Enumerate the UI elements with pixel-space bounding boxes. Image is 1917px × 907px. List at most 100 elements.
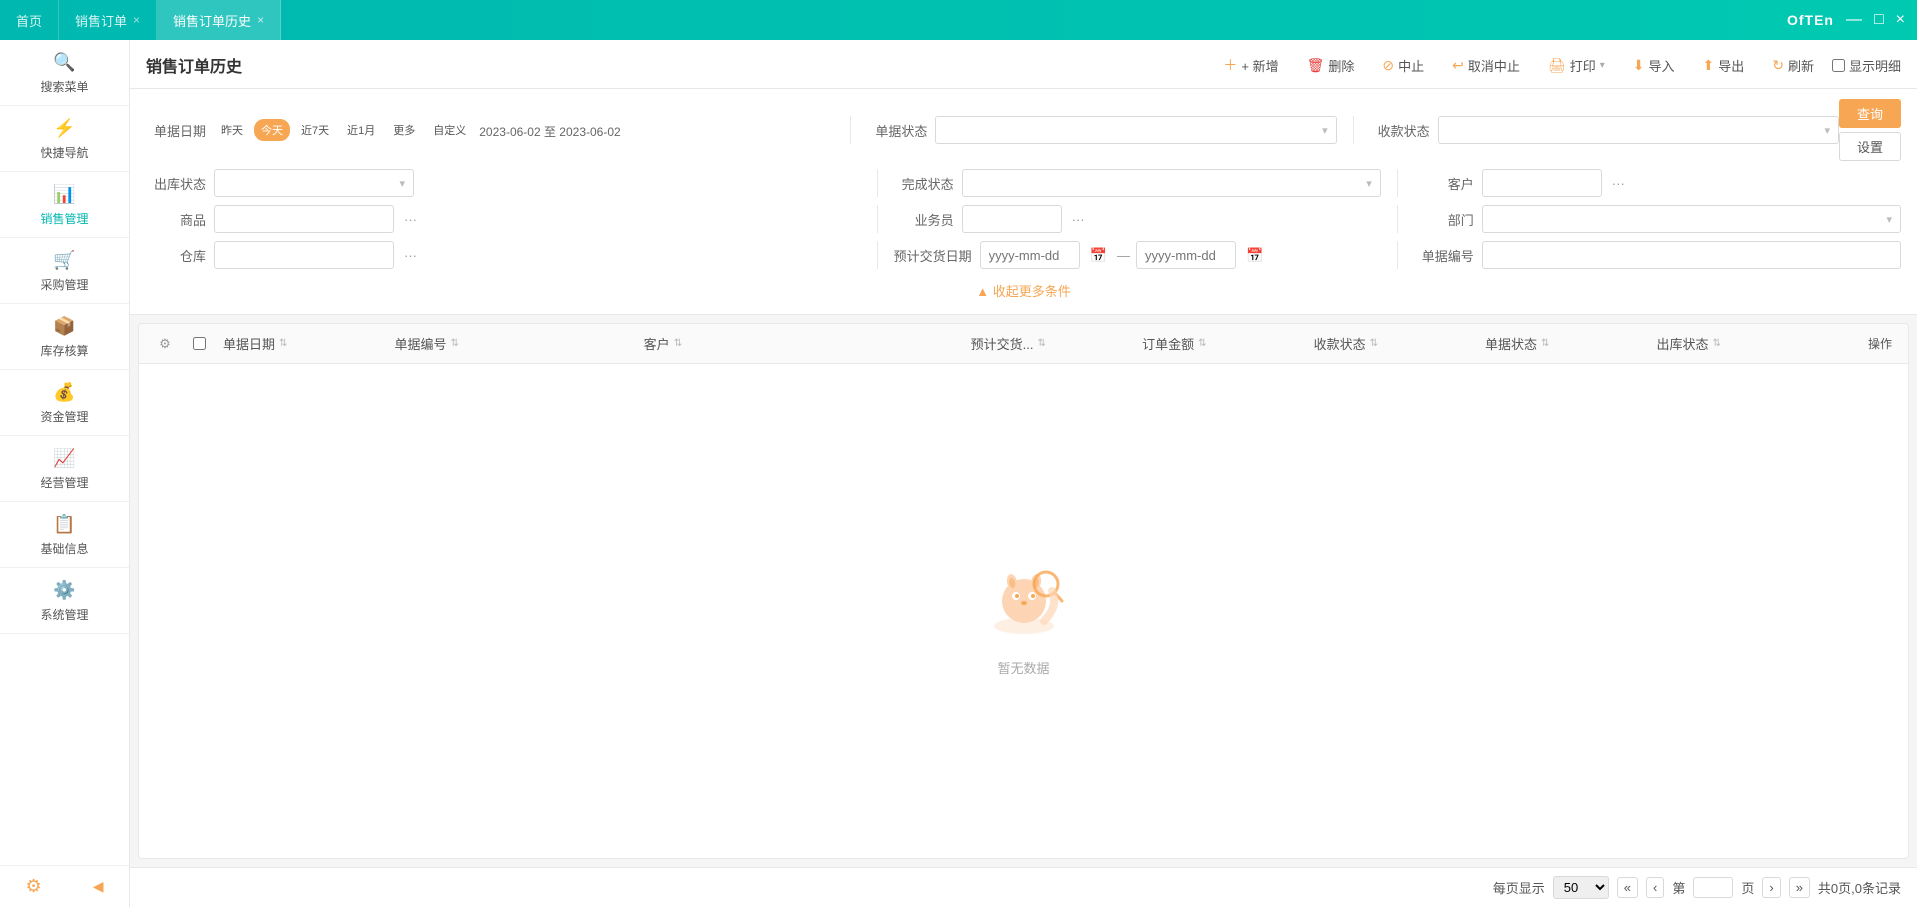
- filter-goods-input[interactable]: [214, 205, 394, 233]
- date-tag-more[interactable]: 更多: [386, 119, 422, 141]
- sidebar-item-sys-mgmt[interactable]: ⚙️ 系统管理: [0, 568, 129, 634]
- date-tag-last7[interactable]: 近7天: [294, 119, 336, 141]
- cancel-stop-button[interactable]: ↩ 取消中止: [1442, 51, 1530, 80]
- sidebar-item-operation[interactable]: 📈 经营管理: [0, 436, 129, 502]
- display-toggle-text: 显示明细: [1849, 56, 1901, 75]
- filter-salesperson-dots[interactable]: ···: [1068, 212, 1089, 227]
- sidebar-item-sys-mgmt-label: 系统管理: [40, 606, 88, 623]
- th-no-sort[interactable]: ⇅: [450, 338, 458, 349]
- sidebar-item-search-menu[interactable]: 🔍 搜索菜单: [0, 40, 129, 106]
- sidebar-item-inventory[interactable]: 📦 库存核算: [0, 304, 129, 370]
- filter-row-1: 单据日期 昨天 今天 近7天 近1月 更多 自定义 2023-06-02 至 2…: [146, 99, 1901, 161]
- tab-sales-order-close[interactable]: ×: [133, 13, 140, 27]
- th-out-status-sort[interactable]: ⇅: [1713, 338, 1721, 349]
- calendar2-icon[interactable]: 📅: [1242, 247, 1267, 264]
- filter-out-status-select[interactable]: ▾: [214, 169, 414, 197]
- page-title: 销售订单历史: [146, 53, 242, 77]
- filter-out-status-arrow: ▾: [399, 177, 405, 190]
- filter-customer-control: ···: [1482, 169, 1901, 197]
- tab-sales-order-history[interactable]: 销售订单历史 ×: [157, 0, 281, 40]
- refresh-button[interactable]: ↻ 刷新: [1762, 51, 1824, 80]
- close-window-btn[interactable]: ×: [1896, 11, 1905, 29]
- filter-divider-5: [877, 205, 878, 233]
- th-order-status-sort[interactable]: ⇅: [1541, 338, 1549, 349]
- last-page-btn[interactable]: »: [1789, 877, 1810, 898]
- prev-page-btn[interactable]: ‹: [1646, 877, 1664, 898]
- filter-salesperson-control: ···: [962, 205, 1381, 233]
- table-settings-icon[interactable]: ⚙: [147, 336, 183, 352]
- th-pay-status: 收款状态 ⇅: [1306, 334, 1477, 353]
- query-button[interactable]: 查询: [1839, 99, 1901, 128]
- minimize-btn[interactable]: —: [1846, 11, 1862, 29]
- filter-dept-label: 部门: [1414, 210, 1474, 229]
- finance-icon: 💰: [53, 382, 75, 403]
- th-amount-sort[interactable]: ⇅: [1198, 338, 1206, 349]
- date-tag-today[interactable]: 今天: [254, 119, 290, 141]
- table-check-all[interactable]: [183, 337, 215, 350]
- filter-pay-status-select[interactable]: ▾: [1438, 116, 1839, 144]
- total-label: 共0页,0条记录: [1818, 878, 1901, 897]
- th-expected-date-sort[interactable]: ⇅: [1037, 338, 1045, 349]
- date-tag-yesterday[interactable]: 昨天: [214, 119, 250, 141]
- sidebar-item-finance[interactable]: 💰 资金管理: [0, 370, 129, 436]
- brand-label: OfTEn: [1787, 12, 1834, 28]
- th-expected-date: 预计交货... ⇅: [963, 334, 1134, 353]
- import-button[interactable]: ⬇ 导入: [1623, 51, 1685, 80]
- filter-order-no: 单据编号: [1414, 241, 1901, 269]
- filter-order-no-input[interactable]: [1482, 241, 1901, 269]
- per-page-select[interactable]: 50 10 20 100: [1553, 876, 1609, 899]
- collapse-sidebar-icon[interactable]: ◀: [93, 878, 104, 895]
- filter-complete-status-select[interactable]: ▾: [962, 169, 1381, 197]
- tab-sales-order-history-close[interactable]: ×: [257, 13, 264, 27]
- sidebar-item-quick-nav[interactable]: ⚡ 快捷导航: [0, 106, 129, 172]
- filter-date2-input[interactable]: [1136, 241, 1236, 269]
- table-area: ⚙ 单据日期 ⇅ 单据编号 ⇅ 客户 ⇅ 预计交货...: [138, 323, 1909, 859]
- filter-warehouse-dots[interactable]: ···: [400, 248, 421, 263]
- page-input[interactable]: 1: [1693, 877, 1733, 898]
- export-button[interactable]: ⬆ 导出: [1692, 51, 1754, 80]
- th-customer-sort[interactable]: ⇅: [674, 338, 682, 349]
- check-all-checkbox[interactable]: [193, 337, 206, 350]
- stop-button[interactable]: ⊘ 中止: [1372, 51, 1434, 80]
- maximize-btn[interactable]: □: [1874, 11, 1884, 29]
- settings-button[interactable]: 设置: [1839, 132, 1901, 161]
- filter-date1-input[interactable]: [980, 241, 1080, 269]
- sidebar-item-basic-info-label: 基础信息: [40, 540, 88, 557]
- top-bar-right: OfTEn — □ ×: [1787, 11, 1917, 29]
- first-page-btn[interactable]: «: [1617, 877, 1638, 898]
- sidebar-item-basic-info[interactable]: 📋 基础信息: [0, 502, 129, 568]
- sidebar-item-purchase-mgmt[interactable]: 🛒 采购管理: [0, 238, 129, 304]
- delete-button[interactable]: 🗑 删除: [1297, 51, 1365, 80]
- sidebar-item-sales-mgmt[interactable]: 📊 销售管理: [0, 172, 129, 238]
- add-button[interactable]: ＋ + 新增: [1213, 50, 1288, 80]
- filter-goods-control: ···: [214, 205, 861, 233]
- filter-dept-select[interactable]: ▾: [1482, 205, 1901, 233]
- th-date-sort[interactable]: ⇅: [279, 338, 287, 349]
- stop-label: 中止: [1398, 56, 1424, 75]
- tab-sales-order[interactable]: 销售订单 ×: [59, 0, 157, 40]
- display-toggle-checkbox[interactable]: [1832, 59, 1845, 72]
- print-icon: 🖨: [1548, 57, 1566, 74]
- date-range-value: 2023-06-02 至 2023-06-02: [479, 123, 620, 140]
- date-tag-last1m[interactable]: 近1月: [340, 119, 382, 141]
- th-pay-status-sort[interactable]: ⇅: [1370, 338, 1378, 349]
- filter-order-status: 单据状态 ▾: [867, 116, 1336, 144]
- filter-customer-input[interactable]: [1482, 169, 1602, 197]
- display-toggle-label[interactable]: 显示明细: [1832, 56, 1901, 75]
- filter-salesperson-input[interactable]: [962, 205, 1062, 233]
- filter-goods-label: 商品: [146, 210, 206, 229]
- filter-warehouse-input[interactable]: [214, 241, 394, 269]
- calendar1-icon[interactable]: 📅: [1086, 247, 1111, 264]
- filter-order-status-select[interactable]: ▾: [935, 116, 1336, 144]
- tab-home[interactable]: 首页: [0, 0, 59, 40]
- filter-goods-dots[interactable]: ···: [400, 212, 421, 227]
- filter-row-4: 仓库 ··· 预计交货日期 📅 — 📅: [146, 241, 1901, 269]
- date-tag-custom[interactable]: 自定义: [426, 119, 473, 141]
- filter-complete-status-control: ▾: [962, 169, 1381, 197]
- settings-bottom-icon[interactable]: ⚙: [26, 876, 42, 897]
- th-customer-label: 客户: [644, 334, 670, 353]
- print-button[interactable]: 🖨 打印 ▾: [1538, 51, 1615, 80]
- next-page-btn[interactable]: ›: [1762, 877, 1780, 898]
- filter-customer-dots[interactable]: ···: [1608, 176, 1629, 191]
- collapse-btn[interactable]: ▲ 收起更多条件: [146, 277, 1901, 304]
